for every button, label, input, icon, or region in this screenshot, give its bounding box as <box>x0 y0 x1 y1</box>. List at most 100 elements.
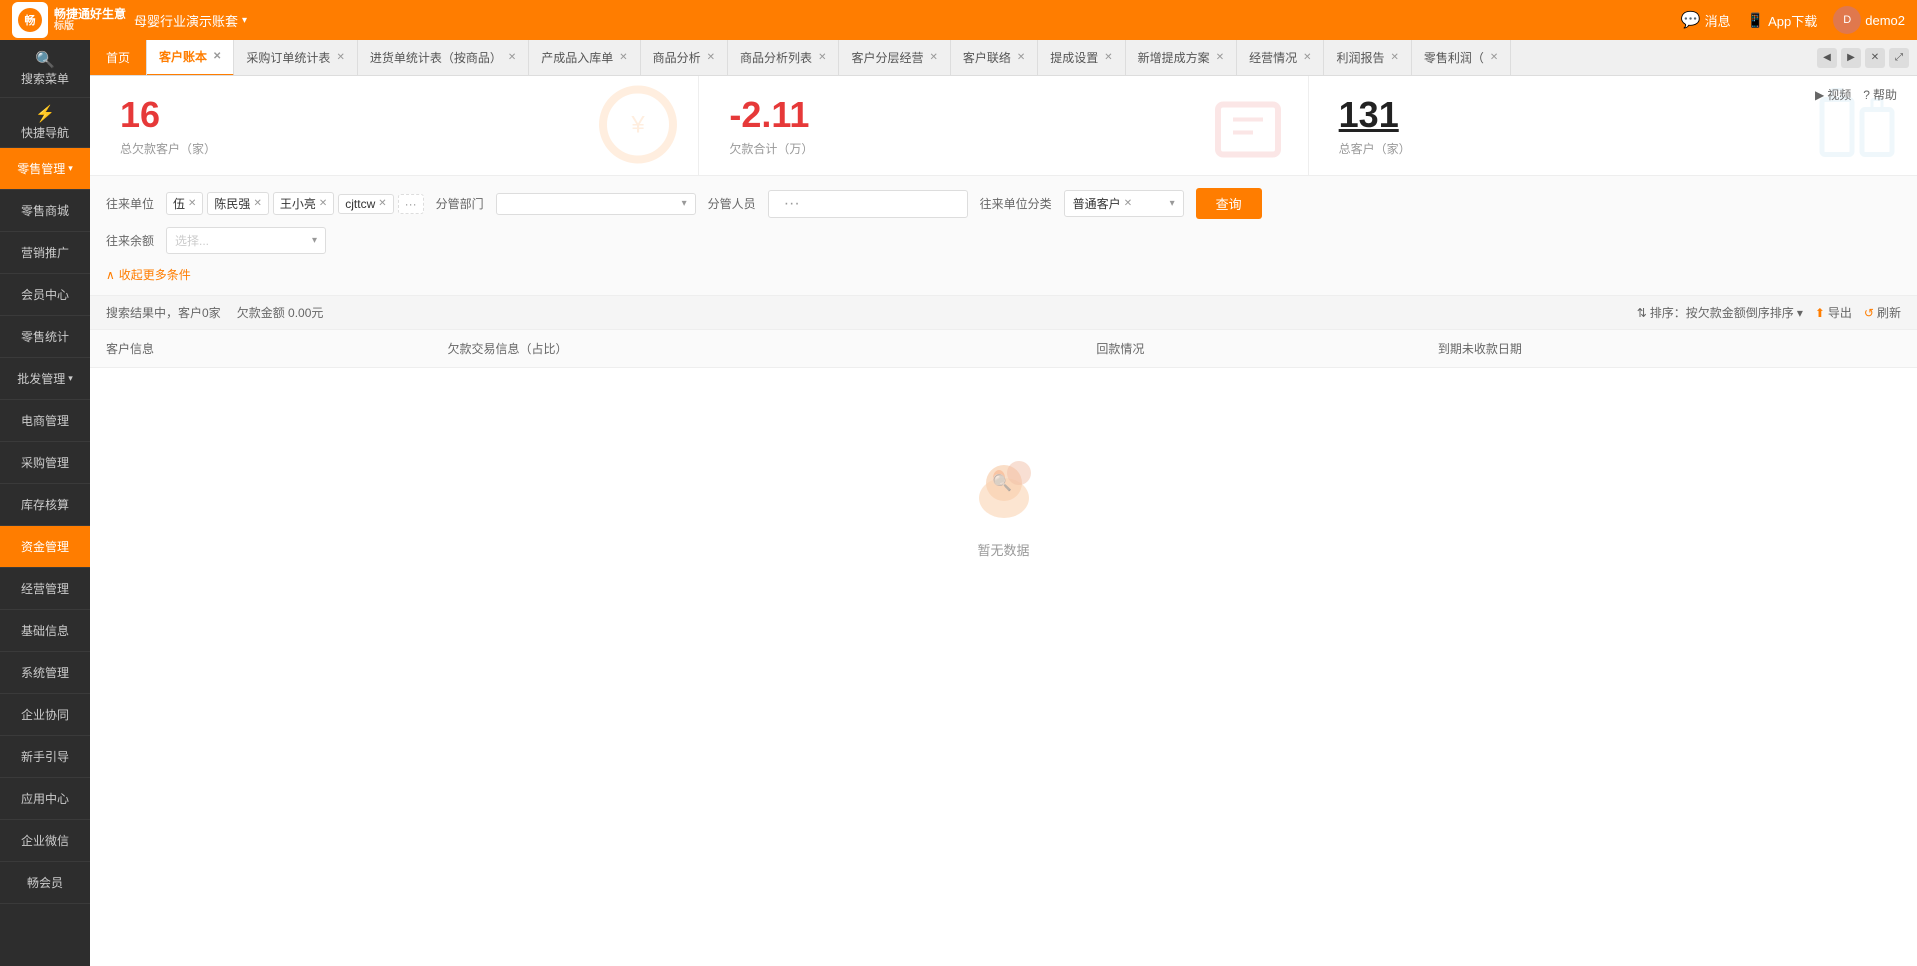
filter-select-balance[interactable]: 选择... ▾ <box>166 227 326 254</box>
close-icon[interactable]: ✕ <box>929 52 937 63</box>
sidebar-item-new-guide[interactable]: 新手引导 <box>0 736 90 778</box>
sidebar-search[interactable]: 🔍 搜索菜单 <box>0 40 90 98</box>
sidebar-item-basic-info[interactable]: 基础信息 <box>0 610 90 652</box>
stat-label-customers: 总欠款客户（家） <box>120 140 216 157</box>
close-icon[interactable]: ✕ <box>336 52 344 63</box>
sidebar-item-retail-stats[interactable]: 零售统计 <box>0 316 90 358</box>
tab-purchase-order-stats[interactable]: 采购订单统计表 ✕ <box>234 40 357 76</box>
filter-tag-more[interactable]: ··· <box>398 194 424 214</box>
empty-text: 暂无数据 <box>977 540 1029 559</box>
sidebar-item-enterprise-wechat[interactable]: 企业微信 <box>0 820 90 862</box>
svg-text:¥: ¥ <box>631 111 646 138</box>
top-bar-right: 💬 消息 📱 App下载 D demo2 <box>1681 6 1905 34</box>
tab-next-btn[interactable]: ▶ <box>1841 48 1861 68</box>
chevron-down-icon-2: ▾ <box>1170 198 1175 209</box>
sidebar-item-member-center[interactable]: 会员中心 <box>0 274 90 316</box>
result-bar-left: 搜索结果中，客户0家 欠款金额 0.00元 <box>106 304 323 321</box>
sidebar-item-retail-mgmt[interactable]: 零售管理 ▾ <box>0 148 90 190</box>
question-icon: ? <box>1863 88 1870 102</box>
sidebar-item-enterprise-collab[interactable]: 企业协同 <box>0 694 90 736</box>
logo-icon: 畅 <box>12 2 48 38</box>
tab-product-analysis-list[interactable]: 商品分析列表 ✕ <box>728 40 839 76</box>
close-icon[interactable]: ✕ <box>707 52 715 63</box>
close-icon[interactable]: ✕ <box>1017 52 1025 63</box>
filter-label-balance: 往来余额 <box>106 232 154 249</box>
tab-product-analysis[interactable]: 商品分析 ✕ <box>641 40 728 76</box>
filter-row-1: 往来单位 伍 ✕ 陈民强 ✕ 王小亮 <box>106 188 1901 219</box>
tab-expand-btn[interactable]: ⤢ <box>1889 48 1909 68</box>
col-customer-info: 客户信息 <box>90 330 432 368</box>
tab-product-stock-in[interactable]: 产成品入库单 ✕ <box>529 40 640 76</box>
stat-info-3: 131 总客户（家） <box>1339 94 1411 157</box>
tag-remove-unit-type[interactable]: ✕ <box>1124 198 1132 209</box>
video-btn[interactable]: ▶ 视频 <box>1815 86 1851 103</box>
close-icon[interactable]: ✕ <box>1490 52 1498 63</box>
tag-remove-chen[interactable]: ✕ <box>253 198 261 209</box>
tag-remove-wang[interactable]: ✕ <box>319 198 327 209</box>
sidebar-item-marketing[interactable]: 营销推广 <box>0 232 90 274</box>
tab-retail-profit[interactable]: 零售利润（ ✕ <box>1412 40 1511 76</box>
tab-close-all-btn[interactable]: ✕ <box>1865 48 1885 68</box>
logo-text: 畅捷通好生意 标版 <box>54 7 126 33</box>
sidebar-item-inventory[interactable]: 库存核算 <box>0 484 90 526</box>
logo: 畅 畅捷通好生意 标版 <box>12 2 126 38</box>
sidebar-item-system[interactable]: 系统管理 <box>0 652 90 694</box>
sidebar-item-business[interactable]: 经营管理 <box>0 568 90 610</box>
refresh-btn[interactable]: ↺ 刷新 <box>1864 304 1901 321</box>
sort-arrow-icon: ▾ <box>1797 306 1803 320</box>
sidebar-item-finance[interactable]: 资金管理 <box>0 526 90 568</box>
tab-promotion-settings[interactable]: 提成设置 ✕ <box>1038 40 1125 76</box>
filter-select-dept[interactable]: ▾ <box>496 193 696 215</box>
tag-remove-wu[interactable]: ✕ <box>188 198 196 209</box>
tab-bar: 首页 客户账本 ✕ 采购订单统计表 ✕ 进货单统计表（按商品） ✕ 产成品入库单… <box>90 40 1917 76</box>
collapse-btn[interactable]: ∧ 收起更多条件 <box>106 266 1901 283</box>
sidebar-quick-nav[interactable]: ⚡ 快捷导航 <box>0 98 90 148</box>
filter-tags-unit: 伍 ✕ 陈民强 ✕ 王小亮 ✕ <box>166 192 424 215</box>
data-table: 客户信息 欠款交易信息（占比） 回款情况 到期未收款日期 <box>90 330 1917 639</box>
tab-customer-contact[interactable]: 客户联络 ✕ <box>951 40 1038 76</box>
dots-icon[interactable]: ··· <box>784 195 800 213</box>
account-selector[interactable]: 母婴行业演示账套 ▾ <box>134 11 247 30</box>
tab-profit-report[interactable]: 利润报告 ✕ <box>1324 40 1411 76</box>
close-icon[interactable]: ✕ <box>1391 52 1399 63</box>
user-btn[interactable]: D demo2 <box>1833 6 1905 34</box>
result-summary: 搜索结果中，客户0家 <box>106 304 221 321</box>
tab-purchase-stats-by-product[interactable]: 进货单统计表（按商品） ✕ <box>358 40 529 76</box>
page-content: ¥ 16 总欠款客户（家） <box>90 76 1917 966</box>
filter-select-unit-type[interactable]: 普通客户 ✕ ▾ <box>1064 190 1184 217</box>
sidebar-item-member[interactable]: 畅会员 <box>0 862 90 904</box>
tab-home[interactable]: 首页 <box>90 40 147 76</box>
close-icon[interactable]: ✕ <box>818 52 826 63</box>
sort-select[interactable]: ⇅ 排序：按欠款金额倒序排序 ▾ <box>1637 304 1803 321</box>
sidebar-item-wholesale-mgmt[interactable]: 批发管理 ▾ <box>0 358 90 400</box>
close-icon[interactable]: ✕ <box>1216 52 1224 63</box>
tab-business-situation[interactable]: 经营情况 ✕ <box>1237 40 1324 76</box>
sidebar-item-label: 零售管理 <box>17 160 65 177</box>
close-icon[interactable]: ✕ <box>508 52 516 63</box>
chevron-down-icon: ▾ <box>682 198 687 209</box>
tab-customer-accounts[interactable]: 客户账本 ✕ <box>147 40 234 76</box>
close-icon[interactable]: ✕ <box>1303 52 1311 63</box>
col-repayment: 回款情况 <box>1080 330 1422 368</box>
tab-customer-segment[interactable]: 客户分层经营 ✕ <box>839 40 950 76</box>
tab-prev-btn[interactable]: ◀ <box>1817 48 1837 68</box>
message-btn[interactable]: 💬 消息 <box>1681 10 1731 30</box>
filter-select-person[interactable]: ··· <box>768 190 968 218</box>
query-button[interactable]: 查询 <box>1196 188 1262 219</box>
sidebar-item-ecommerce[interactable]: 电商管理 <box>0 400 90 442</box>
app-download-btn[interactable]: 📱 App下载 <box>1747 11 1818 30</box>
stat-bg-icon-2 <box>1208 84 1288 167</box>
close-icon[interactable]: ✕ <box>1104 52 1112 63</box>
close-icon[interactable]: ✕ <box>213 51 221 62</box>
filter-row-2: 往来余额 选择... ▾ <box>106 227 1901 254</box>
sidebar-item-purchase[interactable]: 采购管理 <box>0 442 90 484</box>
help-btn[interactable]: ? 帮助 <box>1863 86 1897 103</box>
tab-new-promotion[interactable]: 新增提成方案 ✕ <box>1126 40 1237 76</box>
sidebar-item-app-center[interactable]: 应用中心 <box>0 778 90 820</box>
chevron-up-icon: ∧ <box>106 268 115 282</box>
stat-label-amount: 欠款合计（万） <box>729 140 813 157</box>
sidebar-item-retail-mall[interactable]: 零售商城 <box>0 190 90 232</box>
close-icon[interactable]: ✕ <box>619 52 627 63</box>
tag-remove-cjttcw[interactable]: ✕ <box>378 198 386 209</box>
export-btn[interactable]: ⬆ 导出 <box>1815 304 1852 321</box>
